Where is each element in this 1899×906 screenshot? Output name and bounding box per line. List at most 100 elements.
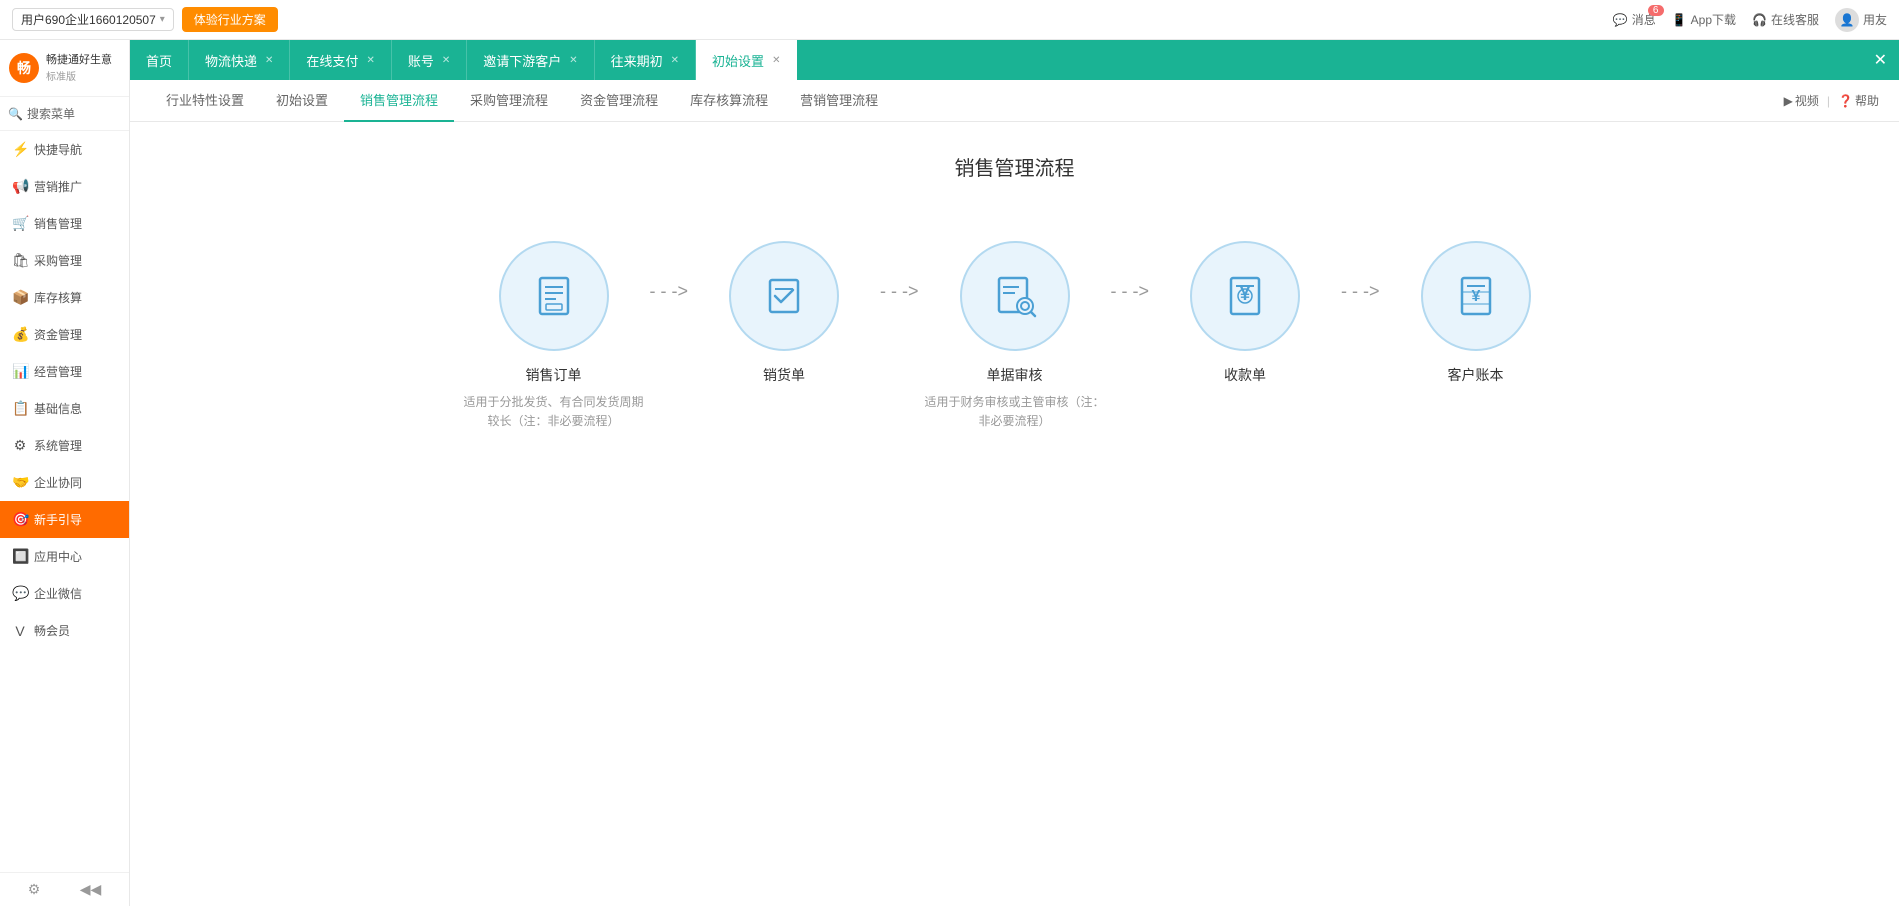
sidebar-item-vip[interactable]: V 畅会员 bbox=[0, 612, 129, 649]
nav-tab-invite-label: 邀请下游客户 bbox=[483, 51, 561, 70]
sub-tab-industry[interactable]: 行业特性设置 bbox=[150, 80, 260, 122]
sidebar-logo: 畅 畅捷通好生意 标准版 bbox=[0, 40, 129, 97]
svg-text:畅: 畅 bbox=[17, 60, 31, 76]
sub-tab-fund-flow[interactable]: 资金管理流程 bbox=[564, 80, 674, 122]
flow-item-sales-order: 销售订单适用于分批发货、有合同发货周期较长（注：非必要流程） bbox=[464, 241, 644, 431]
help-action[interactable]: ❓ 帮助 bbox=[1838, 92, 1879, 109]
flow-circle-delivery bbox=[729, 241, 839, 351]
nav-tab-logistics-close[interactable]: ✕ bbox=[265, 55, 273, 66]
help-icon: ❓ bbox=[1838, 94, 1853, 108]
sidebar-item-finance[interactable]: 💰 资金管理 bbox=[0, 316, 129, 353]
sub-tabs: 行业特性设置 初始设置 销售管理流程 采购管理流程资金管理流程库存核算流程营销管理流程… bbox=[130, 80, 1899, 122]
sidebar-item-apps[interactable]: 🔲 应用中心 bbox=[0, 538, 129, 575]
sidebar-system-label: 系统管理 bbox=[34, 437, 82, 454]
nav-tab-invite-close[interactable]: ✕ bbox=[569, 55, 577, 66]
content-area: 首页物流快递✕在线支付✕账号✕邀请下游客户✕往来期初✕初始设置✕ ✕ 行业特性设… bbox=[130, 40, 1899, 906]
sidebar-nav: ⚡ 快捷导航📢 营销推广🛒 销售管理🛍 采购管理📦 库存核算💰 资金管理📊 经营… bbox=[0, 131, 129, 649]
sub-tab-purchase-flow[interactable]: 采购管理流程 bbox=[454, 80, 564, 122]
sidebar-guide-icon: 🎯 bbox=[12, 511, 28, 528]
app-icon: 📱 bbox=[1672, 13, 1687, 27]
sidebar-item-inventory[interactable]: 📦 库存核算 bbox=[0, 279, 129, 316]
nav-tab-period-close[interactable]: ✕ bbox=[671, 55, 679, 66]
user-name-label: 用友 bbox=[1863, 11, 1887, 28]
sidebar-collab-label: 企业协同 bbox=[34, 474, 82, 491]
sidebar-base-label: 基础信息 bbox=[34, 400, 82, 417]
page-content: 销售管理流程 销售订单适用于分批发货、有合同发货周期较长（注：非必要流程）- -… bbox=[130, 122, 1899, 906]
sidebar-wechat-label: 企业微信 bbox=[34, 585, 82, 602]
sidebar-item-guide[interactable]: 🎯 新手引导 bbox=[0, 501, 129, 538]
sub-tab-sales-flow-label: 销售管理流程 bbox=[360, 90, 438, 109]
help-label: 帮助 bbox=[1855, 92, 1879, 109]
sub-tab-inventory-calc[interactable]: 库存核算流程 bbox=[674, 80, 784, 122]
sidebar-item-wechat[interactable]: 💬 企业微信 bbox=[0, 575, 129, 612]
nav-tab-account-label: 账号 bbox=[408, 51, 434, 70]
trial-button[interactable]: 体验行业方案 bbox=[182, 7, 278, 32]
sidebar-apps-icon: 🔲 bbox=[12, 548, 28, 565]
search-menu-label: 搜索菜单 bbox=[27, 105, 75, 122]
nav-tab-payment-label: 在线支付 bbox=[306, 51, 358, 70]
svg-text:¥: ¥ bbox=[1471, 288, 1480, 305]
flow-circle-customer-ledger: ¥ bbox=[1421, 241, 1531, 351]
sub-tab-initial[interactable]: 初始设置 bbox=[260, 80, 344, 122]
sidebar-finance-icon: 💰 bbox=[12, 326, 28, 343]
search-menu[interactable]: 🔍 搜索菜单 bbox=[0, 97, 129, 131]
sidebar-item-operations[interactable]: 📊 经营管理 bbox=[0, 353, 129, 390]
sidebar-item-marketing[interactable]: 📢 营销推广 bbox=[0, 168, 129, 205]
message-badge: 6 bbox=[1648, 5, 1664, 16]
sidebar-item-purchase[interactable]: 🛍 采购管理 bbox=[0, 242, 129, 279]
nav-tab-logistics[interactable]: 物流快递✕ bbox=[189, 40, 290, 80]
sidebar-item-system[interactable]: ⚙ 系统管理 bbox=[0, 427, 129, 464]
sidebar-vip-icon: V bbox=[12, 623, 28, 639]
logo-version: 标准版 bbox=[46, 68, 112, 83]
nav-tab-home[interactable]: 首页 bbox=[130, 40, 189, 80]
nav-close-button[interactable]: ✕ bbox=[1874, 40, 1899, 80]
sub-tab-purchase-flow-label: 采购管理流程 bbox=[470, 90, 548, 109]
sidebar-finance-label: 资金管理 bbox=[34, 326, 82, 343]
sub-tab-marketing-flow-label: 营销管理流程 bbox=[800, 90, 878, 109]
top-bar-left: 用户690企业1660120507 ▾ 体验行业方案 bbox=[12, 7, 278, 32]
sidebar-item-quick-nav[interactable]: ⚡ 快捷导航 bbox=[0, 131, 129, 168]
user-selector[interactable]: 用户690企业1660120507 ▾ bbox=[12, 8, 174, 31]
nav-tab-account[interactable]: 账号 ✕ bbox=[392, 40, 467, 80]
collapse-icon[interactable]: ◀◀ bbox=[80, 881, 102, 898]
flow-item-customer-ledger: ¥ 客户账本 bbox=[1386, 241, 1566, 393]
sub-tab-sales-flow[interactable]: 销售管理流程 bbox=[344, 80, 454, 122]
sidebar-item-sales[interactable]: 🛒 销售管理 bbox=[0, 205, 129, 242]
flow-arrow-delivery: - - -> bbox=[874, 241, 925, 302]
settings-icon[interactable]: ⚙ bbox=[28, 881, 41, 898]
sidebar-marketing-icon: 📢 bbox=[12, 178, 28, 195]
sidebar-item-collab[interactable]: 🤝 企业协同 bbox=[0, 464, 129, 501]
nav-tab-invite[interactable]: 邀请下游客户 ✕ bbox=[467, 40, 594, 80]
sub-tab-marketing-flow[interactable]: 营销管理流程 bbox=[784, 80, 894, 122]
flow-circle-audit bbox=[960, 241, 1070, 351]
sidebar-vip-label: 畅会员 bbox=[34, 622, 70, 639]
sidebar-item-base[interactable]: 📋 基础信息 bbox=[0, 390, 129, 427]
app-label: App下载 bbox=[1691, 11, 1736, 28]
nav-tab-init[interactable]: 初始设置✕ bbox=[696, 40, 797, 80]
flow-name-sales-order: 销售订单 bbox=[526, 365, 582, 385]
nav-tabs: 首页物流快递✕在线支付✕账号✕邀请下游客户✕往来期初✕初始设置✕ ✕ bbox=[130, 40, 1899, 80]
user-group[interactable]: 👤 用友 bbox=[1835, 8, 1887, 32]
sidebar-collab-icon: 🤝 bbox=[12, 474, 28, 491]
top-bar-right: 💬 6 消息 📱 App下载 🎧 在线客服 👤 用友 bbox=[1613, 8, 1887, 32]
message-icon-group[interactable]: 💬 6 消息 bbox=[1613, 11, 1656, 28]
flow-item-receipt: ¥ 收款单 bbox=[1155, 241, 1335, 393]
video-label: 视频 bbox=[1795, 92, 1819, 109]
app-download-group[interactable]: 📱 App下载 bbox=[1672, 11, 1736, 28]
top-bar: 用户690企业1660120507 ▾ 体验行业方案 💬 6 消息 📱 App下… bbox=[0, 0, 1899, 40]
service-group[interactable]: 🎧 在线客服 bbox=[1752, 11, 1819, 28]
headset-icon: 🎧 bbox=[1752, 13, 1767, 27]
sub-tab-initial-label: 初始设置 bbox=[276, 90, 328, 109]
sidebar: 畅 畅捷通好生意 标准版 🔍 搜索菜单 ⚡ 快捷导航📢 营销推广🛒 销售管理🛍 … bbox=[0, 40, 130, 906]
nav-tab-account-close[interactable]: ✕ bbox=[442, 55, 450, 66]
nav-tab-payment[interactable]: 在线支付 ✕ bbox=[290, 40, 391, 80]
sidebar-sales-icon: 🛒 bbox=[12, 215, 28, 232]
nav-tab-period[interactable]: 往来期初✕ bbox=[595, 40, 696, 80]
nav-tab-init-close[interactable]: ✕ bbox=[772, 55, 780, 66]
video-action[interactable]: ▶ 视频 bbox=[1784, 92, 1819, 109]
nav-tab-home-label: 首页 bbox=[146, 51, 172, 70]
nav-tab-payment-close[interactable]: ✕ bbox=[366, 55, 374, 66]
sidebar-inventory-icon: 📦 bbox=[12, 289, 28, 306]
sub-tab-industry-label: 行业特性设置 bbox=[166, 90, 244, 109]
sub-tab-list: 行业特性设置 初始设置 销售管理流程 采购管理流程资金管理流程库存核算流程营销管理流程 bbox=[150, 80, 894, 122]
